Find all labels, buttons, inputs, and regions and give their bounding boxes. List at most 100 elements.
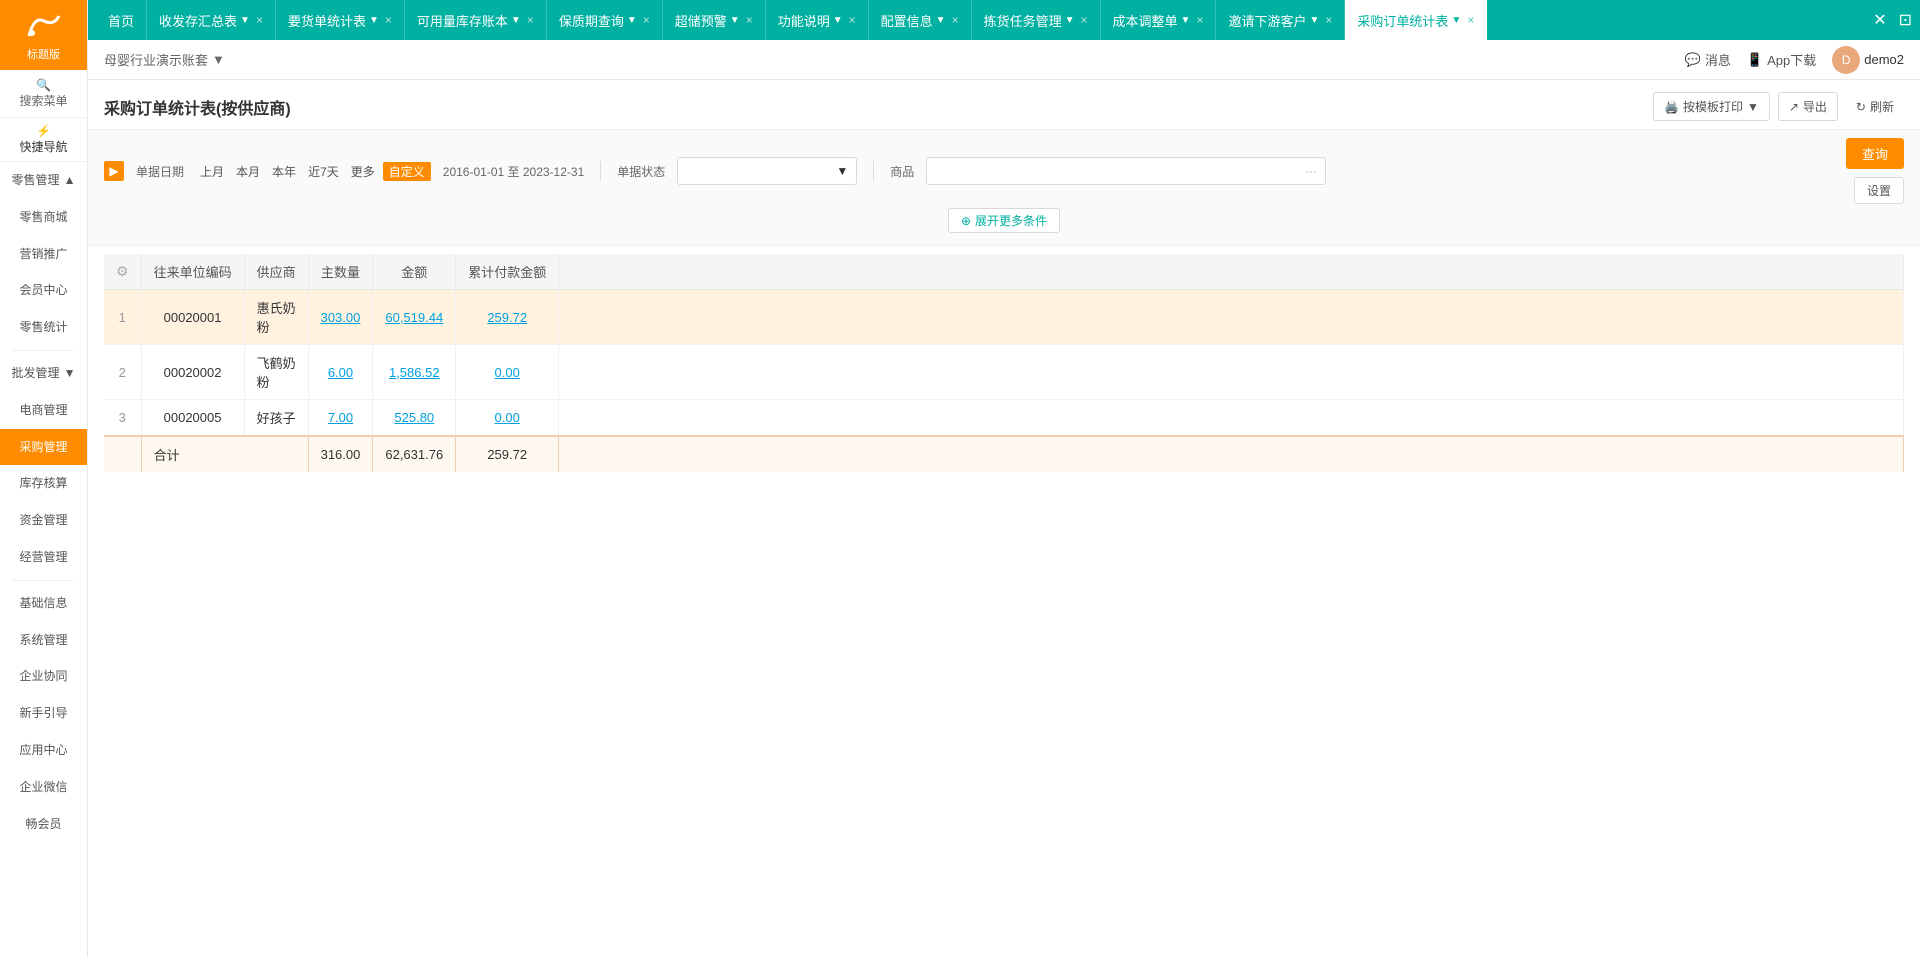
tab-warranty-query[interactable]: 保质期查询 ▼ × bbox=[547, 0, 663, 40]
tab-function-desc-close[interactable]: × bbox=[849, 13, 856, 27]
tab-cost-adjust-close[interactable]: × bbox=[1196, 13, 1203, 27]
sidebar-item-newbie[interactable]: 新手引导 bbox=[0, 695, 87, 732]
refresh-button[interactable]: ↻ 刷新 bbox=[1846, 93, 1904, 120]
sidebar-item-members[interactable]: 会员中心 bbox=[0, 272, 87, 309]
sidebar-item-purchase[interactable]: 采购管理 bbox=[0, 429, 87, 466]
sidebar-item-wholesale[interactable]: 批发管理 ▼ bbox=[0, 355, 87, 392]
retail-stats-label: 零售统计 bbox=[19, 320, 67, 334]
workspace-selector[interactable]: 母婴行业演示账套 ▼ bbox=[104, 50, 225, 69]
sidebar-item-finance[interactable]: 资金管理 bbox=[0, 502, 87, 539]
row-paid-2[interactable]: 0.00 bbox=[456, 345, 559, 400]
tab-pick-task-arrow: ▼ bbox=[1065, 15, 1075, 26]
filter-settings-button[interactable]: 设置 bbox=[1854, 177, 1904, 204]
date-opt-last-month[interactable]: 上月 bbox=[196, 162, 228, 181]
tab-order-summary-arrow: ▼ bbox=[369, 15, 379, 26]
ecommerce-label: 电商管理 bbox=[19, 403, 67, 417]
query-button[interactable]: 查询 bbox=[1846, 138, 1904, 169]
tab-order-summary[interactable]: 要货单统计表 ▼ × bbox=[276, 0, 405, 40]
window-maximize-button[interactable]: ⊡ bbox=[1899, 10, 1912, 30]
retail-label: 零售管理 bbox=[12, 172, 60, 189]
date-opt-last-7-days[interactable]: 近7天 bbox=[304, 162, 343, 181]
tab-receive-summary[interactable]: 收发存汇总表 ▼ × bbox=[147, 0, 276, 40]
tab-warranty-query-label: 保质期查询 bbox=[559, 11, 624, 30]
row-qty-3[interactable]: 7.00 bbox=[308, 400, 373, 437]
tab-purchase-summary[interactable]: 采购订单统计表 ▼ × bbox=[1345, 0, 1487, 40]
column-settings-icon[interactable]: ⚙ bbox=[116, 263, 129, 279]
row-supplier-2: 飞鹤奶粉 bbox=[244, 345, 308, 400]
system-label: 系统管理 bbox=[19, 633, 67, 647]
tab-invite-downstream-close[interactable]: × bbox=[1325, 13, 1332, 27]
date-options: 上月 本月 本年 近7天 更多 自定义 bbox=[196, 162, 431, 181]
row-qty-2[interactable]: 6.00 bbox=[308, 345, 373, 400]
sidebar-item-system[interactable]: 系统管理 bbox=[0, 622, 87, 659]
status-select[interactable]: ▼ bbox=[677, 157, 857, 185]
tab-overstock-warning[interactable]: 超储预警 ▼ × bbox=[663, 0, 766, 40]
tab-receive-summary-close[interactable]: × bbox=[256, 13, 263, 27]
page-title: 采购订单统计表(按供应商) bbox=[104, 95, 291, 119]
sidebar-item-enterprise-collab[interactable]: 企业协同 bbox=[0, 658, 87, 695]
tab-available-inventory[interactable]: 可用量库存账本 ▼ × bbox=[405, 0, 547, 40]
date-opt-more[interactable]: 更多 bbox=[347, 162, 379, 181]
tab-function-desc[interactable]: 功能说明 ▼ × bbox=[766, 0, 869, 40]
sidebar-item-enterprise-wechat[interactable]: 企业微信 bbox=[0, 769, 87, 806]
date-opt-this-month[interactable]: 本月 bbox=[232, 162, 264, 181]
sidebar-item-ecommerce[interactable]: 电商管理 bbox=[0, 392, 87, 429]
avatar-icon: D bbox=[1832, 46, 1860, 74]
row-extra-1 bbox=[559, 290, 1904, 345]
quick-nav-label: 快捷导航 bbox=[0, 138, 87, 155]
tab-home[interactable]: 首页 bbox=[96, 0, 147, 40]
sidebar-item-retail[interactable]: 零售管理 ▲ bbox=[0, 162, 87, 199]
row-num-1: 1 bbox=[104, 290, 141, 345]
row-paid-1[interactable]: 259.72 bbox=[456, 290, 559, 345]
tab-overstock-warning-close[interactable]: × bbox=[746, 13, 753, 27]
expand-more-button[interactable]: ⊕ 展开更多条件 bbox=[948, 208, 1060, 233]
tab-available-inventory-label: 可用量库存账本 bbox=[417, 11, 508, 30]
tab-invite-downstream[interactable]: 邀请下游客户 ▼ × bbox=[1216, 0, 1345, 40]
data-table: ⚙ 往来单位编码 供应商 主数量 金额 bbox=[104, 254, 1904, 472]
sidebar-item-basic-info[interactable]: 基础信息 bbox=[0, 585, 87, 622]
tab-invite-downstream-label: 邀请下游客户 bbox=[1228, 11, 1306, 30]
sidebar-item-operations[interactable]: 经营管理 bbox=[0, 539, 87, 576]
window-close-button[interactable]: ✕ bbox=[1873, 10, 1886, 30]
footer-amount: 62,631.76 bbox=[373, 436, 456, 472]
date-to: 2023-12-31 bbox=[523, 165, 584, 179]
tab-purchase-summary-close[interactable]: × bbox=[1467, 13, 1474, 27]
tab-available-inventory-close[interactable]: × bbox=[527, 13, 534, 27]
tab-order-summary-close[interactable]: × bbox=[385, 13, 392, 27]
template-print-button[interactable]: 🖨️ 按模板打印 ▼ bbox=[1653, 92, 1770, 121]
tab-warranty-query-close[interactable]: × bbox=[643, 13, 650, 27]
export-button[interactable]: ↗ 导出 bbox=[1778, 92, 1838, 121]
tab-config-info-arrow: ▼ bbox=[936, 15, 946, 26]
tab-pick-task-close[interactable]: × bbox=[1081, 13, 1088, 27]
tab-config-info[interactable]: 配置信息 ▼ × bbox=[869, 0, 972, 40]
message-button[interactable]: 💬 消息 bbox=[1685, 50, 1731, 69]
sidebar-item-retail-mall[interactable]: 零售商城 bbox=[0, 199, 87, 236]
row-amount-2[interactable]: 1,586.52 bbox=[373, 345, 456, 400]
sidebar-item-search[interactable]: 🔍 搜索菜单 bbox=[0, 70, 87, 118]
date-custom-button[interactable]: 自定义 bbox=[383, 162, 431, 181]
refresh-icon: ↻ bbox=[1856, 100, 1866, 114]
sidebar-item-inventory[interactable]: 库存核算 bbox=[0, 465, 87, 502]
goods-filter-input[interactable]: ··· bbox=[926, 157, 1326, 185]
tab-config-info-close[interactable]: × bbox=[952, 13, 959, 27]
date-opt-this-year[interactable]: 本年 bbox=[268, 162, 300, 181]
tab-cost-adjust[interactable]: 成本调整单 ▼ × bbox=[1101, 0, 1217, 40]
footer-empty bbox=[104, 436, 141, 472]
row-qty-1[interactable]: 303.00 bbox=[308, 290, 373, 345]
sidebar-item-member[interactable]: 畅会员 bbox=[0, 806, 87, 843]
sidebar-item-app-center[interactable]: 应用中心 bbox=[0, 732, 87, 769]
user-avatar[interactable]: D demo2 bbox=[1832, 46, 1904, 74]
row-amount-1[interactable]: 60,519.44 bbox=[373, 290, 456, 345]
filter-toggle-button[interactable]: ▶ bbox=[104, 161, 124, 181]
app-download-button[interactable]: 📱 App下载 bbox=[1747, 50, 1816, 69]
sidebar-item-quick-nav[interactable]: ⚡ 快捷导航 bbox=[0, 118, 87, 162]
row-paid-3[interactable]: 0.00 bbox=[456, 400, 559, 437]
tab-purchase-summary-label: 采购订单统计表 bbox=[1357, 11, 1448, 30]
sidebar-item-marketing[interactable]: 营销推广 bbox=[0, 236, 87, 273]
row-code-3: 00020005 bbox=[141, 400, 244, 437]
row-amount-3[interactable]: 525.80 bbox=[373, 400, 456, 437]
sidebar-item-retail-stats[interactable]: 零售统计 bbox=[0, 309, 87, 346]
sidebar: 标题版 🔍 搜索菜单 ⚡ 快捷导航 零售管理 ▲ 零售商城 营销推广 会员中心 … bbox=[0, 0, 88, 957]
tab-pick-task[interactable]: 拣货任务管理 ▼ × bbox=[972, 0, 1101, 40]
inventory-label: 库存核算 bbox=[19, 476, 67, 490]
